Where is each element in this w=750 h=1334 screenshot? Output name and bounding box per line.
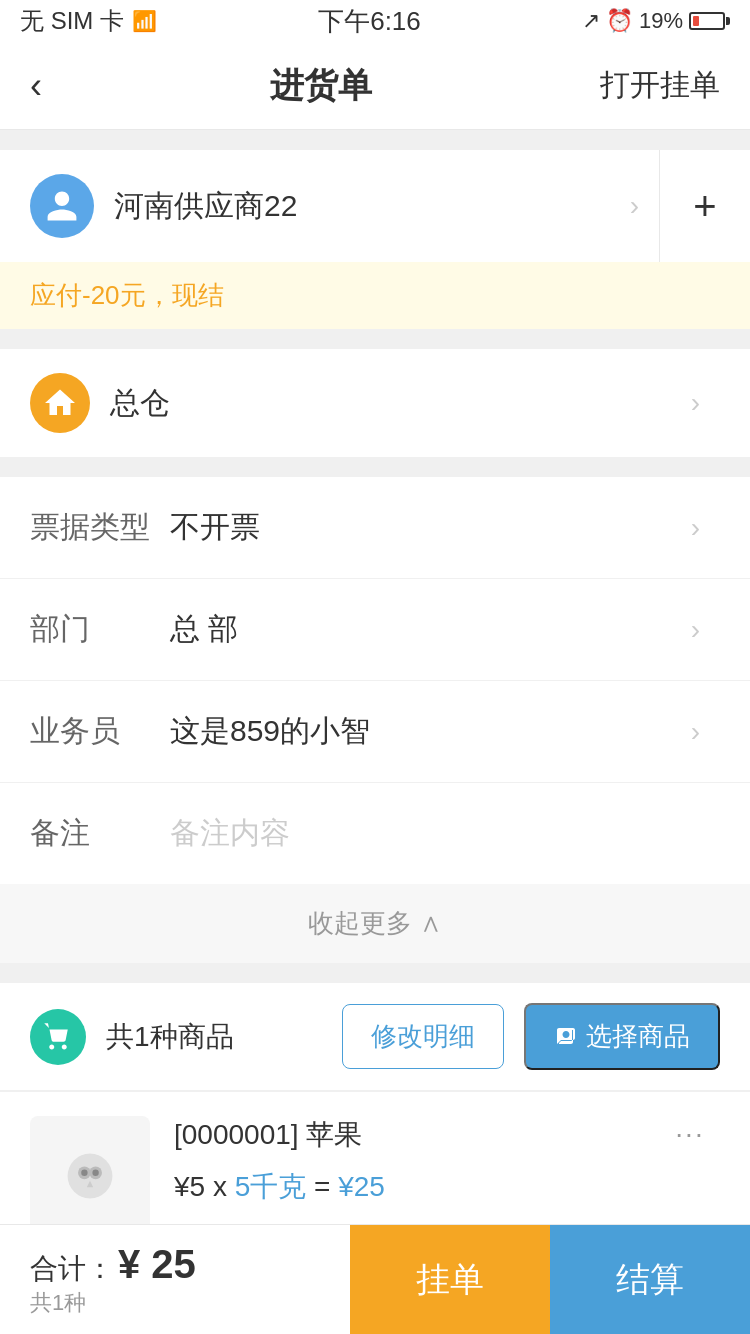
invoice-label: 票据类型 bbox=[30, 507, 170, 548]
section-gap-1 bbox=[0, 130, 750, 150]
battery-label: 19% bbox=[639, 8, 683, 34]
back-button[interactable]: ‹ bbox=[30, 65, 42, 107]
product-name: [0000001] 苹果 bbox=[174, 1116, 660, 1154]
select-product-button[interactable]: 选择商品 bbox=[524, 1003, 720, 1070]
products-toolbar: 共1种商品 修改明细 选择商品 bbox=[0, 983, 750, 1090]
alarm-icon: ⏰ bbox=[606, 8, 633, 34]
products-icon bbox=[30, 1009, 86, 1065]
nav-bar: ‹ 进货单 打开挂单 bbox=[0, 42, 750, 130]
salesperson-value: 这是859的小智 bbox=[170, 711, 671, 752]
supplier-section: 河南供应商22 › + bbox=[0, 150, 750, 262]
warehouse-name: 总仓 bbox=[110, 383, 671, 424]
section-gap-3 bbox=[0, 457, 750, 477]
collapse-button[interactable]: 收起更多 ∧ bbox=[0, 884, 750, 963]
network-label: 无 SIM 卡 bbox=[20, 5, 124, 37]
salesperson-row[interactable]: 业务员 这是859的小智 › bbox=[0, 681, 750, 783]
supplier-selector[interactable]: 河南供应商22 › bbox=[0, 150, 660, 262]
notice-bar: 应付-20元，现结 bbox=[0, 262, 750, 329]
edit-detail-button[interactable]: 修改明细 bbox=[342, 1004, 504, 1069]
product-price: ¥5 x 5千克 = ¥25 bbox=[174, 1168, 660, 1206]
open-hang-button[interactable]: 打开挂单 bbox=[600, 65, 720, 106]
total-label: 合计： bbox=[30, 1250, 114, 1288]
wifi-icon: 📶 bbox=[132, 9, 157, 33]
salesperson-label: 业务员 bbox=[30, 711, 170, 752]
svg-point-0 bbox=[68, 1154, 113, 1199]
dept-label: 部门 bbox=[30, 609, 170, 650]
products-count: 共1种商品 bbox=[106, 1018, 322, 1056]
page-title: 进货单 bbox=[270, 63, 372, 109]
bottom-bar: 合计： ¥ 25 共1种 挂单 结算 bbox=[0, 1224, 750, 1334]
remark-input[interactable]: 备注内容 bbox=[170, 813, 720, 854]
checkout-button[interactable]: 结算 bbox=[550, 1225, 750, 1334]
total-amount: ¥ 25 bbox=[118, 1242, 196, 1287]
warehouse-chevron-icon: › bbox=[671, 387, 720, 419]
hang-button[interactable]: 挂单 bbox=[350, 1225, 550, 1334]
status-time: 下午6:16 bbox=[318, 4, 421, 39]
svg-point-3 bbox=[81, 1170, 87, 1176]
svg-point-4 bbox=[92, 1170, 98, 1176]
warehouse-section[interactable]: 总仓 › bbox=[0, 349, 750, 457]
supplier-name: 河南供应商22 bbox=[114, 186, 610, 227]
remark-row[interactable]: 备注 备注内容 bbox=[0, 783, 750, 884]
dept-chevron-icon: › bbox=[671, 614, 720, 646]
invoice-value: 不开票 bbox=[170, 507, 671, 548]
supplier-chevron-icon: › bbox=[610, 190, 659, 222]
status-bar: 无 SIM 卡 📶 下午6:16 ↗ ⏰ 19% bbox=[0, 0, 750, 42]
battery-icon bbox=[689, 12, 730, 30]
product-more-button[interactable]: ··· bbox=[660, 1116, 720, 1152]
section-gap-2 bbox=[0, 329, 750, 349]
dept-row[interactable]: 部门 总 部 › bbox=[0, 579, 750, 681]
warehouse-icon bbox=[30, 373, 90, 433]
remark-label: 备注 bbox=[30, 813, 170, 854]
status-right: ↗ ⏰ 19% bbox=[582, 8, 730, 34]
supplier-avatar bbox=[30, 174, 94, 238]
select-product-icon bbox=[554, 1025, 578, 1049]
status-left: 无 SIM 卡 📶 bbox=[20, 5, 157, 37]
invoice-row[interactable]: 票据类型 不开票 › bbox=[0, 477, 750, 579]
select-product-label: 选择商品 bbox=[586, 1019, 690, 1054]
product-info: [0000001] 苹果 ¥5 x 5千克 = ¥25 bbox=[174, 1116, 660, 1206]
form-section: 票据类型 不开票 › 部门 总 部 › 业务员 这是859的小智 › 备注 备注… bbox=[0, 477, 750, 884]
location-icon: ↗ bbox=[582, 8, 600, 34]
total-section: 合计： ¥ 25 共1种 bbox=[0, 1225, 350, 1334]
add-supplier-button[interactable]: + bbox=[660, 160, 750, 253]
salesperson-chevron-icon: › bbox=[671, 716, 720, 748]
total-count: 共1种 bbox=[30, 1288, 320, 1318]
dept-value: 总 部 bbox=[170, 609, 671, 650]
invoice-chevron-icon: › bbox=[671, 512, 720, 544]
product-thumbnail bbox=[30, 1116, 150, 1236]
